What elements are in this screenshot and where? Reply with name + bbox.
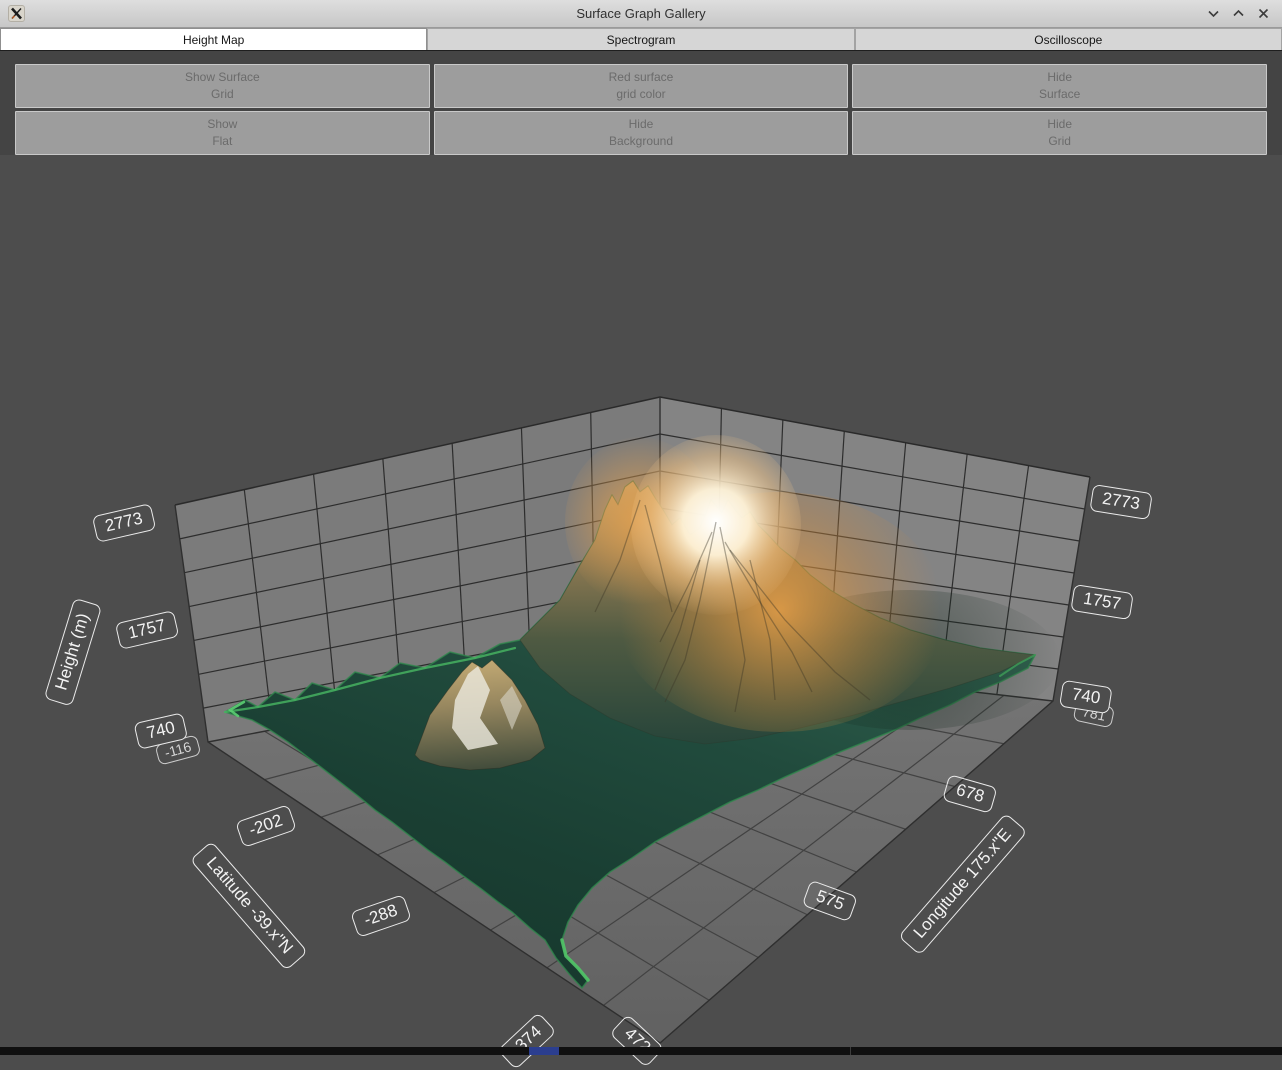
close-icon [1257,7,1270,20]
hide-surface-button[interactable]: Hide Surface [852,64,1267,108]
surface-controls-toolbar: Show Surface Grid Red surface grid color… [0,51,1282,155]
button-label: Show Surface [185,69,260,86]
taskbar-separator [850,1047,851,1055]
red-surface-grid-color-button[interactable]: Red surface grid color [434,64,849,108]
button-label: Grid [211,86,234,103]
button-label: Grid [1048,133,1071,150]
button-label: Hide [1047,116,1072,133]
button-label: Surface [1039,86,1080,103]
button-label: Red surface [609,69,674,86]
x11-logo-icon [10,7,23,20]
surface-plot-canvas [0,0,1282,1055]
chevron-down-icon [1207,7,1220,20]
tab-bar: Height Map Spectrogram Oscilloscope [0,28,1282,51]
close-button[interactable] [1255,5,1272,22]
button-label: grid color [616,86,665,103]
tab-oscilloscope[interactable]: Oscilloscope [855,28,1282,50]
button-label: Hide [1047,69,1072,86]
shade-button[interactable] [1205,5,1222,22]
titlebar: Surface Graph Gallery [0,0,1282,28]
show-surface-grid-button[interactable]: Show Surface Grid [15,64,430,108]
maximize-button[interactable] [1230,5,1247,22]
hide-background-button[interactable]: Hide Background [434,111,849,155]
hide-grid-button[interactable]: Hide Grid [852,111,1267,155]
button-label: Flat [212,133,232,150]
button-label: Show [207,116,237,133]
button-label: Hide [629,116,654,133]
tab-height-map[interactable]: Height Map [0,28,427,50]
app-menu-button[interactable] [8,5,25,22]
window-title: Surface Graph Gallery [0,6,1282,21]
button-label: Background [609,133,673,150]
taskbar-item[interactable] [529,1047,559,1055]
desktop-taskbar [0,1047,1282,1055]
surface-plot-3d-view[interactable]: 2773 1757 -116 740 Height (m) 2773 1757 … [0,0,1282,1055]
chevron-up-icon [1232,7,1245,20]
tab-spectrogram[interactable]: Spectrogram [427,28,854,50]
show-flat-button[interactable]: Show Flat [15,111,430,155]
window-controls [1205,5,1282,22]
